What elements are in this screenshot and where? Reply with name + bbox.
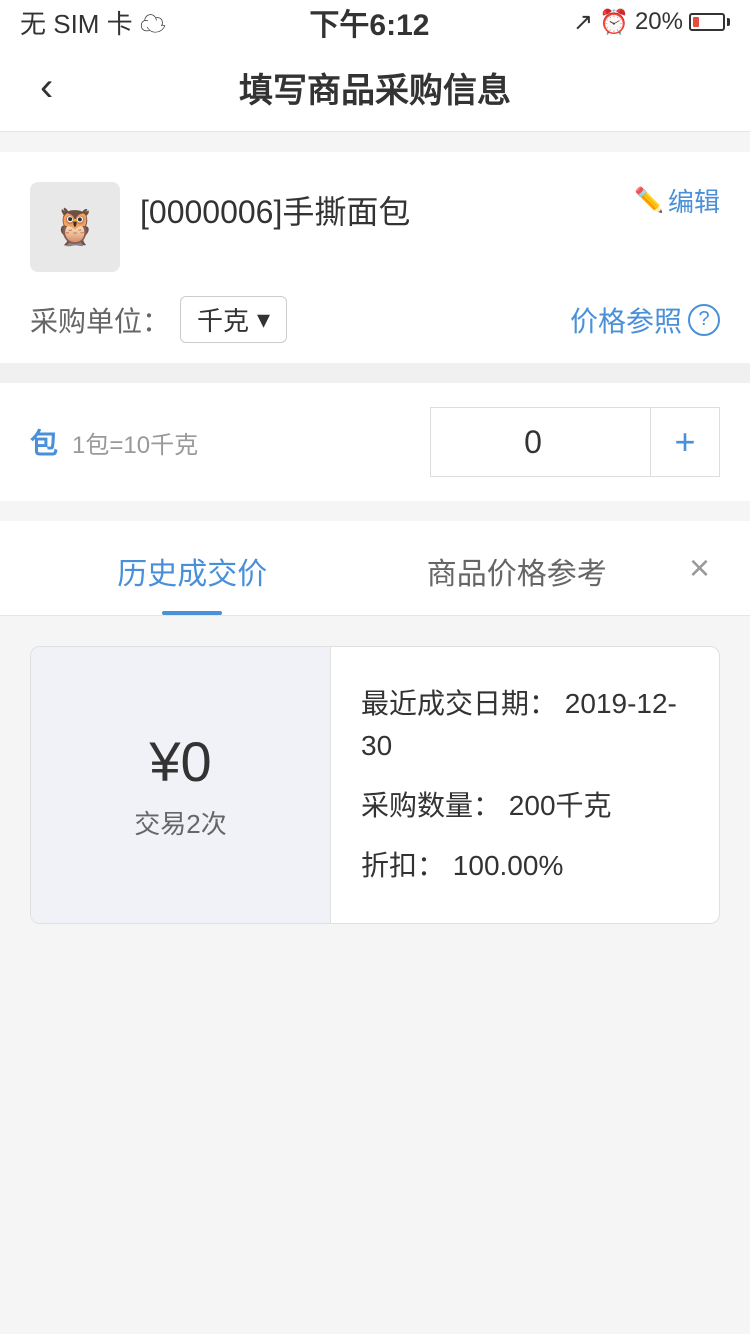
product-thumbnail: 🦉: [30, 182, 120, 272]
currency-symbol: ¥: [149, 730, 180, 793]
tab-bar: 历史成交价 商品价格参考 ×: [0, 521, 750, 616]
tab-product-price-ref[interactable]: 商品价格参考: [354, 521, 678, 615]
unit-value: 千克: [197, 301, 249, 338]
price-value: 0: [181, 730, 212, 793]
bag-unit-desc: 1包=10千克: [72, 425, 198, 460]
edit-icon: ✏️: [634, 186, 664, 215]
product-logo-icon: 🦉: [53, 206, 98, 248]
quantity-control: +: [430, 407, 720, 477]
price-reference-button[interactable]: 价格参照 ?: [570, 300, 720, 340]
quantity-label-area: 包 1包=10千克: [30, 422, 198, 462]
status-left: 无 SIM 卡 ☁: [20, 4, 166, 41]
recent-date-row: 最近成交日期： 2019-12-30: [361, 683, 689, 767]
price-amount: ¥0: [149, 729, 211, 794]
nav-bar: ‹ 填写商品采购信息: [0, 44, 750, 132]
tab-product-price-label: 商品价格参考: [427, 558, 607, 591]
discount-row: 折扣： 100.00%: [361, 845, 689, 887]
trade-count: 交易2次: [134, 804, 226, 841]
product-card: 🦉 [0000006]手撕面包 ✏️ 编辑 采购单位： 千克 ▾ 价格参照 ?: [0, 152, 750, 363]
section-divider: [0, 363, 750, 383]
purchase-unit-label: 采购单位：: [30, 300, 170, 340]
battery-icon: [689, 13, 730, 31]
quantity-row: 包 1包=10千克 +: [0, 383, 750, 501]
tab-history-price[interactable]: 历史成交价: [30, 521, 354, 615]
edit-button[interactable]: ✏️ 编辑: [634, 182, 720, 219]
battery-percent: 20%: [635, 8, 683, 36]
product-name: [0000006]手撕面包: [140, 182, 410, 235]
quantity-increase-button[interactable]: +: [650, 407, 720, 477]
back-button[interactable]: ‹: [30, 55, 63, 120]
close-panel-button[interactable]: ×: [679, 537, 720, 599]
discount-label: 折扣：: [361, 850, 445, 881]
purchase-quantity-row: 采购数量： 200千克: [361, 785, 689, 827]
tab-history-label: 历史成交价: [117, 558, 267, 591]
status-time: 下午6:12: [309, 0, 429, 44]
help-icon: ?: [688, 304, 720, 336]
unit-selector[interactable]: 千克 ▾: [180, 296, 287, 343]
status-right: ↗ ⏰ 20%: [573, 8, 730, 37]
bag-unit-label: 包: [30, 422, 58, 462]
price-record-card: ¥0 交易2次 最近成交日期： 2019-12-30 采购数量： 200千克 折…: [30, 646, 720, 924]
status-bar: 无 SIM 卡 ☁ 下午6:12 ↗ ⏰ 20%: [0, 0, 750, 44]
alarm-icon: ⏰: [599, 8, 629, 37]
dropdown-icon: ▾: [257, 304, 270, 335]
purchase-quantity-label: 采购数量：: [361, 790, 501, 821]
discount-value: 100.00%: [453, 850, 564, 881]
location-icon: ↗: [573, 8, 593, 37]
edit-label: 编辑: [668, 182, 720, 219]
price-ref-label: 价格参照: [570, 300, 682, 340]
page-title: 填写商品采购信息: [239, 63, 511, 112]
price-summary-panel: ¥0 交易2次: [31, 647, 331, 923]
purchase-quantity-value: 200千克: [509, 790, 612, 821]
price-detail-panel: 最近成交日期： 2019-12-30 采购数量： 200千克 折扣： 100.0…: [331, 647, 719, 923]
history-content-area: ¥0 交易2次 最近成交日期： 2019-12-30 采购数量： 200千克 折…: [0, 616, 750, 1116]
recent-date-label: 最近成交日期：: [361, 688, 557, 719]
purchase-unit-row: 采购单位： 千克 ▾: [30, 296, 287, 343]
quantity-input[interactable]: [430, 407, 650, 477]
